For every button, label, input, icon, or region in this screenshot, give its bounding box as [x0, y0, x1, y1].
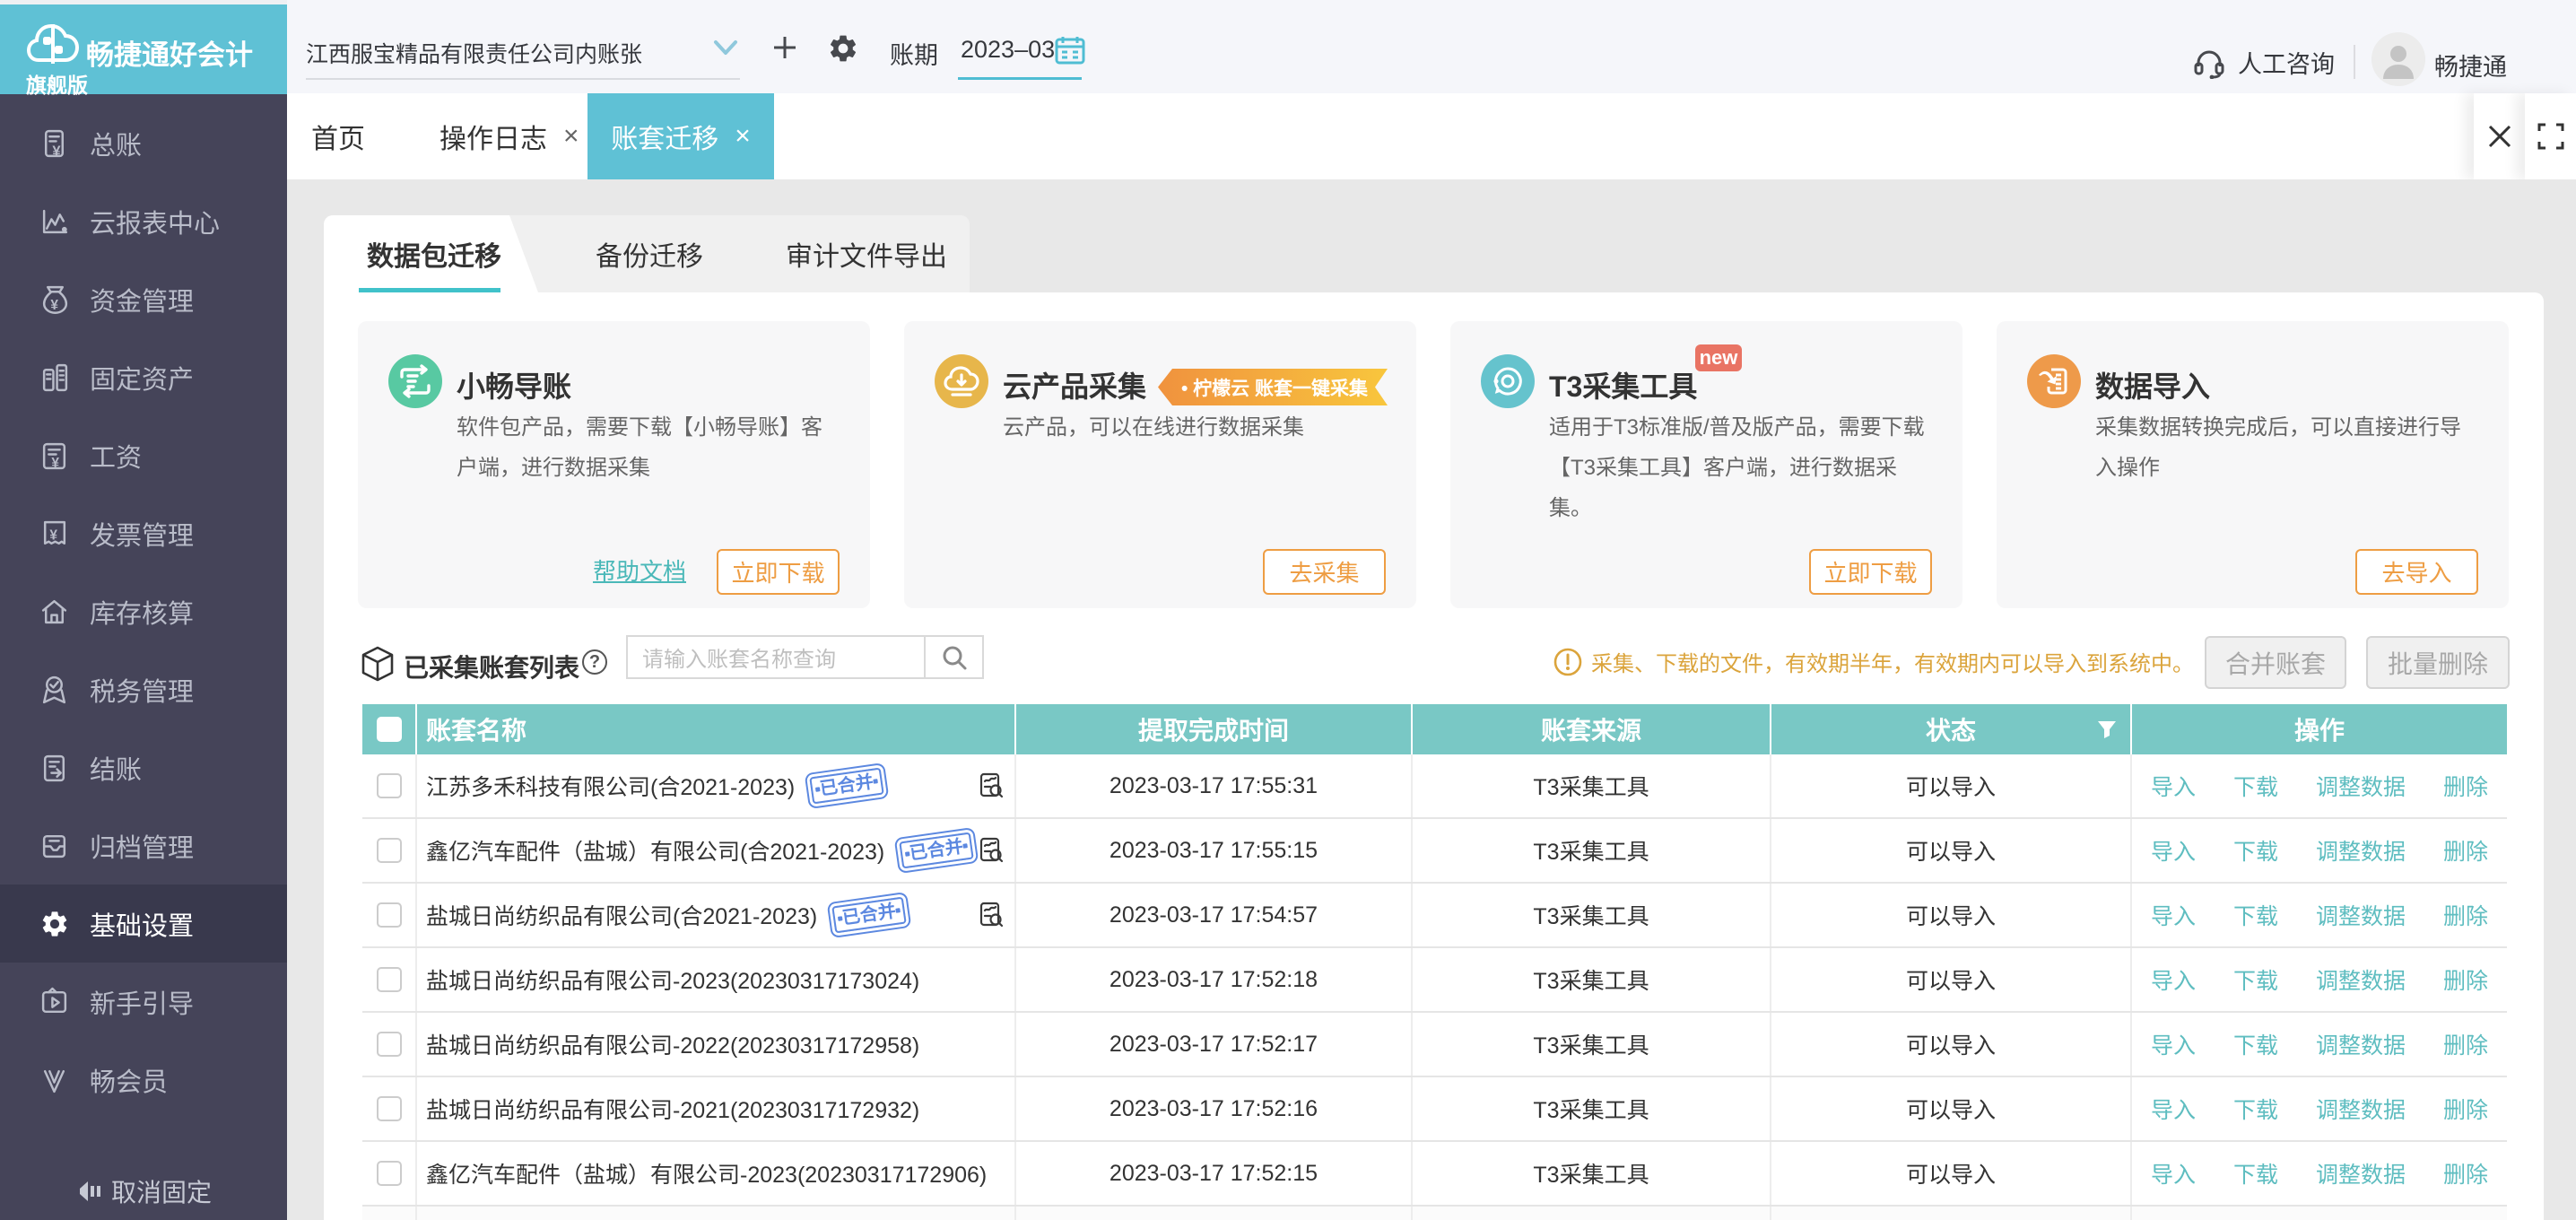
svg-text:¥: ¥	[49, 527, 57, 543]
svg-text:¥: ¥	[51, 455, 59, 470]
svg-text:¥: ¥	[52, 143, 61, 158]
svg-text:¥: ¥	[50, 297, 58, 312]
